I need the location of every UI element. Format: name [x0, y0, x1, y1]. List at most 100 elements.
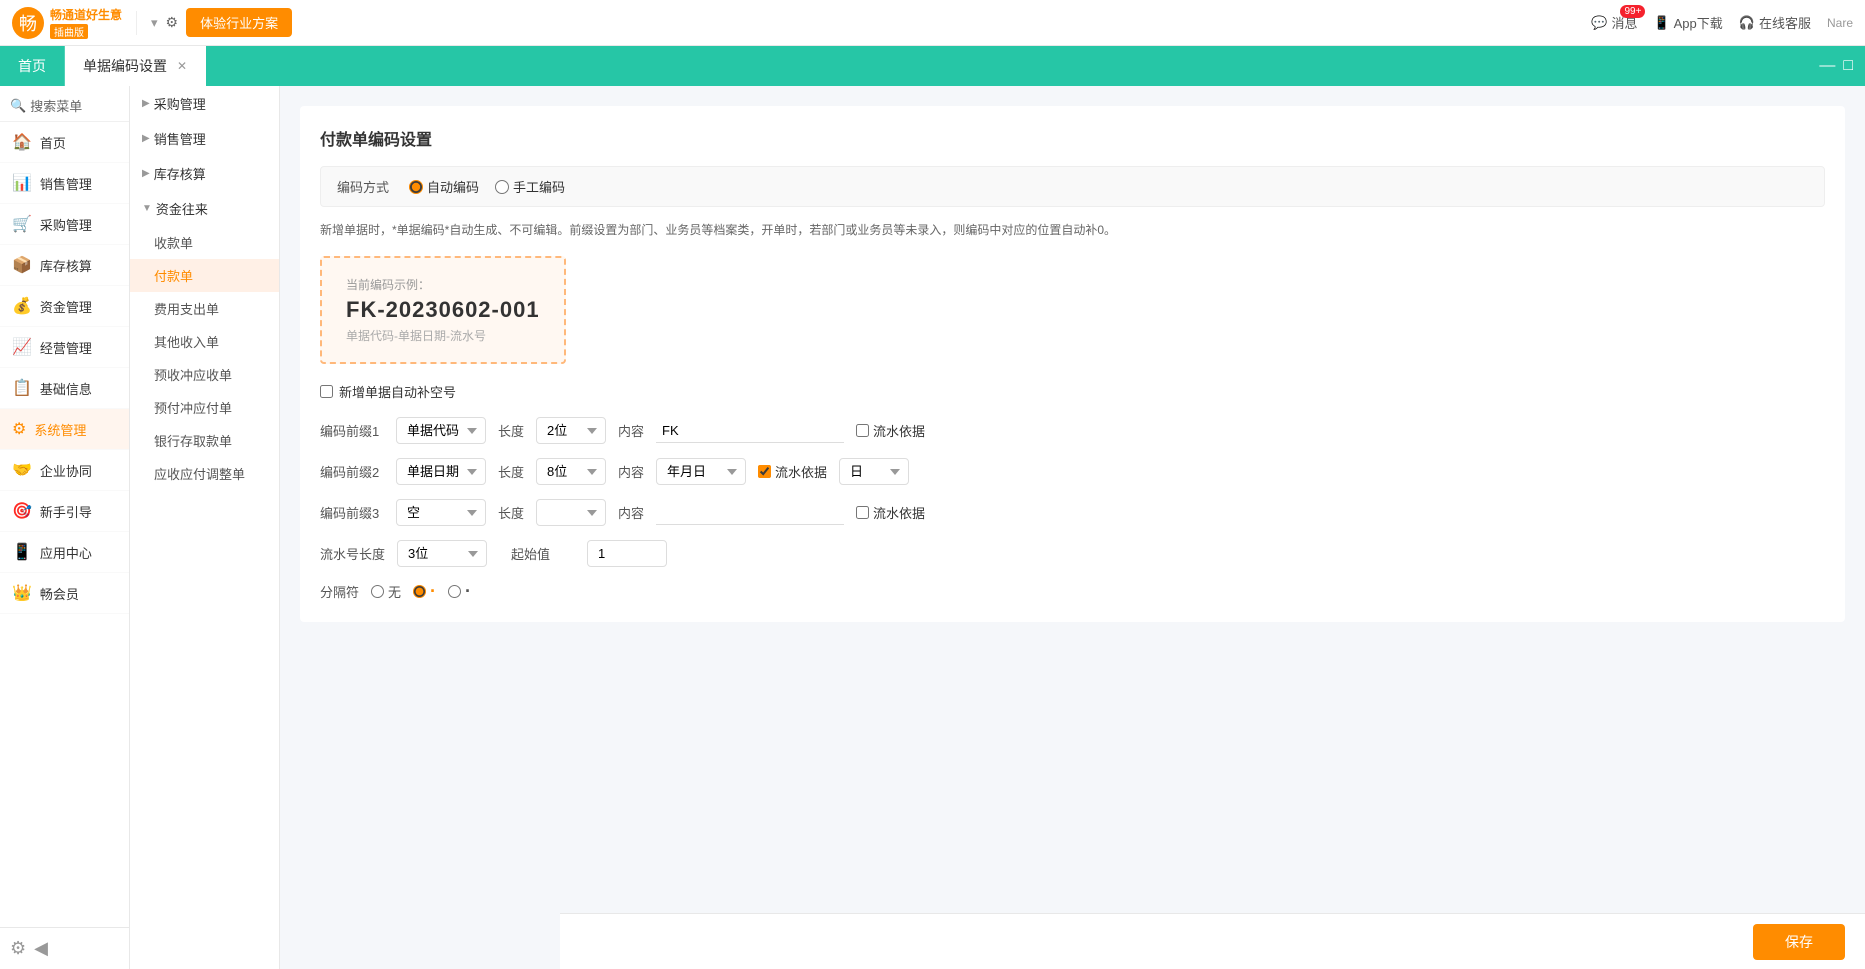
sub-section-capital-title[interactable]: ▼ 资金往来 [130, 191, 279, 226]
sidebar-item-inventory[interactable]: 📦 库存核算 [0, 245, 129, 286]
manual-encode-input[interactable] [495, 180, 509, 194]
maximize-btn[interactable]: □ [1843, 57, 1853, 75]
sidebar-item-apps[interactable]: 📱 应用中心 [0, 532, 129, 573]
tab-home[interactable]: 首页 [0, 46, 65, 86]
preview-label: 当前编码示例： [346, 276, 540, 293]
separator-dot[interactable]: · [413, 581, 436, 602]
sub-item-payment[interactable]: 付款单 [130, 259, 279, 292]
sidebar-item-label: 畅会员 [40, 584, 79, 603]
watermark2-label: 流水依据 [775, 462, 827, 481]
minimize-btn[interactable]: — [1819, 57, 1835, 75]
auto-fill-checkbox[interactable] [320, 385, 333, 398]
sidebar-item-label: 应用中心 [40, 543, 92, 562]
content1-label: 内容 [618, 421, 644, 440]
search-icon: 🔍 [10, 98, 26, 114]
prefix2-label: 编码前缀2 [320, 462, 384, 481]
cycle-select[interactable]: 日 月 年 [839, 458, 909, 485]
prefix1-select[interactable]: 单据代码 [396, 417, 486, 444]
auto-encode-label: 自动编码 [427, 177, 479, 196]
separator-dot-label: · [430, 581, 436, 602]
watermark2-checkbox[interactable] [758, 465, 771, 478]
save-button[interactable]: 保存 [1753, 924, 1845, 960]
arrow-right-icon: ▶ [142, 133, 150, 144]
member-icon: 👑 [12, 583, 32, 603]
auto-encode-input[interactable] [409, 180, 423, 194]
preview-value: FK-20230602-001 [346, 297, 540, 323]
sidebar-search[interactable]: 🔍 搜索菜单 [0, 86, 129, 122]
settings-icon[interactable]: ⚙ [166, 14, 179, 31]
bottom-bar: 保存 [560, 913, 1865, 969]
sidebar-item-guide[interactable]: 🎯 新手引导 [0, 491, 129, 532]
length3-select[interactable] [536, 499, 606, 526]
enterprise-icon: 🤝 [12, 460, 32, 480]
sub-item-advance-offset[interactable]: 预付冲应付单 [130, 391, 279, 424]
section-title-label: 销售管理 [154, 129, 206, 148]
section-title-label: 库存核算 [154, 164, 206, 183]
separator-none-radio[interactable] [371, 585, 384, 598]
watermark3-checkbox[interactable] [856, 506, 869, 519]
logo-icon: 畅 [12, 7, 44, 39]
sidebar-item-sales[interactable]: 📊 销售管理 [0, 163, 129, 204]
collapse-icon[interactable]: ◀ [34, 938, 48, 959]
length2-select[interactable]: 8位 [536, 458, 606, 485]
separator-dot2[interactable]: · [448, 581, 471, 602]
tab-close-icon[interactable]: ✕ [177, 59, 187, 73]
encoding-method-section: 编码方式 自动编码 手工编码 [320, 166, 1825, 207]
content3-label: 内容 [618, 503, 644, 522]
content2-select[interactable]: 年月日 [656, 458, 746, 485]
auto-fill-row: 新增单据自动补空号 [320, 382, 1825, 401]
app-download-area[interactable]: 📱 App下载 [1653, 13, 1722, 32]
tab-encoding-settings[interactable]: 单据编码设置 ✕ [65, 46, 206, 86]
sub-section-purchase-title[interactable]: ▶ 采购管理 [130, 86, 279, 121]
sidebar-item-enterprise[interactable]: 🤝 企业协同 [0, 450, 129, 491]
sub-item-bank[interactable]: 银行存取款单 [130, 424, 279, 457]
sidebar-item-finance[interactable]: 💰 资金管理 [0, 286, 129, 327]
length1-select[interactable]: 2位 [536, 417, 606, 444]
sub-item-other-income[interactable]: 其他收入单 [130, 325, 279, 358]
prefix2-select[interactable]: 单据日期 [396, 458, 486, 485]
sidebar-item-system[interactable]: ⚙ 系统管理 [0, 409, 129, 450]
start-value-input[interactable] [587, 540, 667, 567]
form-row-3: 编码前缀3 空 长度 内容 流水依据 [320, 499, 1825, 526]
sub-item-expense[interactable]: 费用支出单 [130, 292, 279, 325]
message-area[interactable]: 💬 消息 99+ [1591, 13, 1637, 32]
username[interactable]: Nare [1827, 16, 1853, 30]
separator-dot2-radio[interactable] [448, 585, 461, 598]
watermark2-checkbox-label[interactable]: 流水依据 [758, 462, 827, 481]
watermark3-checkbox-label[interactable]: 流水依据 [856, 503, 925, 522]
message-icon: 💬 [1591, 15, 1607, 31]
sidebar-item-purchase[interactable]: 🛒 采购管理 [0, 204, 129, 245]
content-main: 付款单编码设置 编码方式 自动编码 手工编码 新增单据时，*单据编码*自动生成、… [300, 106, 1845, 622]
section-title-label: 资金往来 [156, 199, 208, 218]
sidebar-item-member[interactable]: 👑 畅会员 [0, 573, 129, 614]
prefix3-select[interactable]: 空 [396, 499, 486, 526]
manual-encode-radio[interactable]: 手工编码 [495, 177, 565, 196]
system-icon: ⚙ [12, 419, 26, 439]
logo-text: 畅通道好生意 插曲版 [50, 6, 122, 39]
sub-section-sales-title[interactable]: ▶ 销售管理 [130, 121, 279, 156]
sub-item-prepay-offset[interactable]: 预收冲应收单 [130, 358, 279, 391]
content1-input[interactable] [656, 419, 844, 443]
separator-none[interactable]: 无 [371, 582, 401, 601]
online-service-area[interactable]: 🎧 在线客服 [1739, 13, 1811, 32]
sidebar-item-operation[interactable]: 📈 经营管理 [0, 327, 129, 368]
apps-icon: 📱 [12, 542, 32, 562]
watermark1-checkbox[interactable] [856, 424, 869, 437]
sidebar-item-home[interactable]: 🏠 首页 [0, 122, 129, 163]
trial-button[interactable]: 体验行业方案 [186, 8, 292, 37]
separator-dot-radio[interactable] [413, 585, 426, 598]
serial-select[interactable]: 3位 4位 5位 [397, 540, 487, 567]
settings-bottom-icon[interactable]: ⚙ [10, 938, 26, 959]
auto-encode-radio[interactable]: 自动编码 [409, 177, 479, 196]
sidebar-item-label: 库存核算 [40, 256, 92, 275]
sub-item-receipt[interactable]: 收款单 [130, 226, 279, 259]
sub-section-inventory-title[interactable]: ▶ 库存核算 [130, 156, 279, 191]
preview-sub: 单据代码-单据日期-流水号 [346, 327, 540, 344]
sub-item-adjustment[interactable]: 应收应付调整单 [130, 457, 279, 490]
watermark1-checkbox-label[interactable]: 流水依据 [856, 421, 925, 440]
search-label: 搜索菜单 [30, 96, 82, 115]
prefix1-label: 编码前缀1 [320, 421, 384, 440]
sub-section-sales: ▶ 销售管理 [130, 121, 279, 156]
sidebar-item-basic[interactable]: 📋 基础信息 [0, 368, 129, 409]
content3-input[interactable] [656, 501, 844, 525]
